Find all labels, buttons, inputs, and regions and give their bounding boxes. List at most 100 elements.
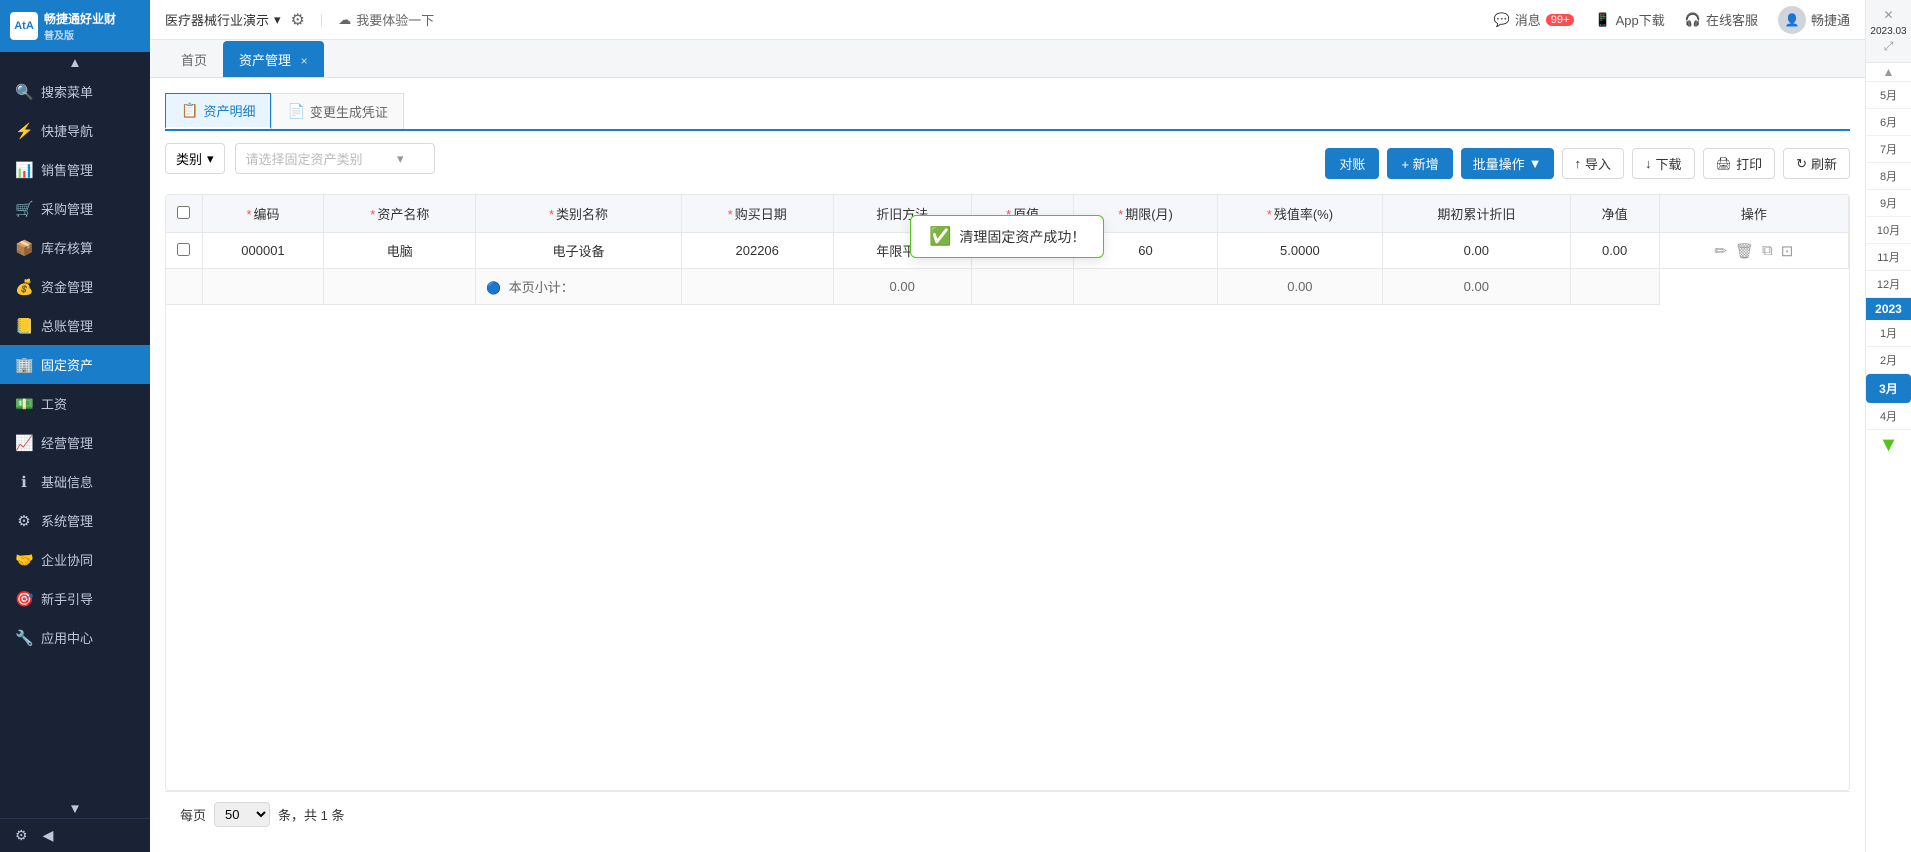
- sidebar-item-app-center[interactable]: 🔧 应用中心: [0, 618, 150, 657]
- edit-btn[interactable]: ✏: [1714, 242, 1727, 260]
- funds-icon: 💰: [15, 278, 33, 296]
- import-btn[interactable]: ↑ 导入: [1562, 148, 1625, 179]
- fixed-assets-icon: 🏢: [15, 356, 33, 374]
- purchase-icon: 🛒: [15, 200, 33, 218]
- logo-icon: AtA: [10, 12, 38, 40]
- subtotal-original-value: 0.00: [833, 269, 971, 305]
- app-center-icon: 🔧: [15, 629, 33, 647]
- sidebar-item-purchase[interactable]: 🛒 采购管理: [0, 189, 150, 228]
- sidebar-item-quick-nav[interactable]: ⚡ 快捷导航: [0, 111, 150, 150]
- sidebar-item-label: 固定资产: [41, 355, 93, 374]
- reconcile-btn[interactable]: 对账: [1325, 148, 1379, 179]
- sidebar-collapse-btn[interactable]: ◀: [43, 827, 54, 844]
- topbar-divider: |: [320, 12, 323, 27]
- select-all-checkbox[interactable]: [177, 206, 190, 219]
- quick-nav-icon: ⚡: [15, 122, 33, 140]
- rs-month-9[interactable]: 9月: [1866, 190, 1911, 217]
- download-btn[interactable]: ↓ 下载: [1632, 148, 1695, 179]
- category-filter[interactable]: 类别 ▾: [165, 143, 225, 174]
- rs-month-3-active[interactable]: 3月: [1866, 374, 1911, 403]
- cell-residual-rate: 5.0000: [1217, 233, 1382, 269]
- total-label: 条，共 1 条: [278, 805, 344, 824]
- inventory-icon: 📦: [15, 239, 33, 257]
- tab-home[interactable]: 首页: [165, 41, 223, 77]
- tab-close-icon[interactable]: ×: [301, 54, 308, 68]
- rs-month-5[interactable]: 5月: [1866, 82, 1911, 109]
- main-area: 医疗器械行业演示 ▾ ⚙ | ☁ 我要体验一下 💬 消息 99+ 📱 App下载…: [150, 0, 1865, 852]
- online-service-btn[interactable]: 🎧 在线客服: [1685, 10, 1758, 29]
- refresh-btn[interactable]: ↻ 刷新: [1783, 148, 1850, 179]
- sidebar-scroll-down[interactable]: ▼: [0, 798, 150, 818]
- content-area: 📋 资产明细 📄 变更生成凭证 类别 ▾ 请选择固定资产类别: [150, 78, 1865, 852]
- rs-expand-btn[interactable]: ⤢: [1882, 37, 1896, 56]
- rs-month-12[interactable]: 12月: [1866, 271, 1911, 298]
- copy-btn[interactable]: ⧉: [1762, 242, 1773, 259]
- batch-btn[interactable]: 批量操作 ▼: [1461, 148, 1554, 179]
- subtotal-row: 🔵 本页小计： 0.00 0.00 0.00: [166, 269, 1849, 305]
- sidebar-item-sales[interactable]: 📊 销售管理: [0, 150, 150, 189]
- row-checkbox[interactable]: [177, 243, 190, 256]
- sidebar-item-operations[interactable]: 📈 经营管理: [0, 423, 150, 462]
- sidebar-item-funds[interactable]: 💰 资金管理: [0, 267, 150, 306]
- sidebar-item-ledger[interactable]: 📒 总账管理: [0, 306, 150, 345]
- sidebar-item-fixed-assets[interactable]: 🏢 固定资产: [0, 345, 150, 384]
- row-checkbox-cell[interactable]: [166, 233, 202, 269]
- sidebar-settings-btn[interactable]: ⚙: [15, 827, 28, 844]
- rs-close-btn[interactable]: ✕: [1881, 6, 1895, 24]
- filter-dropdown-icon: ▾: [207, 151, 214, 167]
- sidebar-item-label: 企业协同: [41, 550, 93, 569]
- sidebar-item-payroll[interactable]: 💵 工资: [0, 384, 150, 423]
- select-all-cell[interactable]: [166, 195, 202, 233]
- messages-btn[interactable]: 💬 消息 99+: [1494, 10, 1575, 29]
- per-page-label: 每页: [180, 805, 206, 824]
- rs-year-label: 2023.03: [1870, 26, 1907, 37]
- sidebar-item-label: 总账管理: [41, 316, 93, 335]
- service-icon: 🎧: [1685, 12, 1701, 28]
- topbar-settings-btn[interactable]: ⚙: [291, 10, 305, 30]
- rs-month-2[interactable]: 2月: [1866, 347, 1911, 374]
- toolbar-right: 对账 + 新增 批量操作 ▼ ↑ 导入 ↓ 下载: [1325, 148, 1850, 179]
- sidebar-item-search[interactable]: 🔍 搜索菜单: [0, 72, 150, 111]
- user-area[interactable]: 👤 畅捷通: [1778, 6, 1850, 34]
- sidebar-item-inventory[interactable]: 📦 库存核算: [0, 228, 150, 267]
- app-download-btn[interactable]: 📱 App下载: [1594, 10, 1664, 29]
- col-name: *资产名称: [324, 195, 476, 233]
- rs-year-2023[interactable]: 2023: [1866, 298, 1911, 320]
- sidebar-scroll-up[interactable]: ▲: [0, 52, 150, 72]
- sidebar-item-system[interactable]: ⚙ 系统管理: [0, 501, 150, 540]
- sidebar-item-basic-info[interactable]: ℹ 基础信息: [0, 462, 150, 501]
- guide-icon: 🎯: [15, 590, 33, 608]
- rs-scroll-up[interactable]: ▲: [1866, 63, 1911, 82]
- sidebar-nav: 🔍 搜索菜单 ⚡ 快捷导航 📊 销售管理 🛒 采购管理 📦 库存核算 💰 资金管…: [0, 72, 150, 798]
- experience-btn[interactable]: ☁ 我要体验一下: [338, 10, 434, 29]
- rs-month-4[interactable]: 4月: [1866, 403, 1911, 430]
- sales-icon: 📊: [15, 161, 33, 179]
- rs-month-6[interactable]: 6月: [1866, 109, 1911, 136]
- rs-month-7[interactable]: 7月: [1866, 136, 1911, 163]
- new-btn[interactable]: + 新增: [1387, 148, 1452, 179]
- rs-month-1[interactable]: 1月: [1866, 320, 1911, 347]
- print-btn[interactable]: 🖨 打印: [1703, 148, 1776, 179]
- more-btn[interactable]: ⊡: [1781, 242, 1794, 260]
- company-selector[interactable]: 医疗器械行业演示 ▾: [165, 10, 281, 29]
- sidebar-item-enterprise[interactable]: 🤝 企业协同: [0, 540, 150, 579]
- company-name: 医疗器械行业演示: [165, 10, 269, 29]
- sidebar-footer: ⚙ ◀: [0, 818, 150, 852]
- cloud-icon: ☁: [338, 12, 351, 28]
- rs-arrow-down[interactable]: ▼: [1875, 430, 1903, 461]
- per-page-select[interactable]: 50 10 20 100: [214, 802, 270, 827]
- col-code: *编码: [202, 195, 324, 233]
- sidebar-item-guide[interactable]: 🎯 新手引导: [0, 579, 150, 618]
- delete-btn[interactable]: 🗑: [1735, 242, 1754, 260]
- rs-month-10[interactable]: 10月: [1866, 217, 1911, 244]
- sub-tab-voucher-gen[interactable]: 📄 变更生成凭证: [271, 93, 403, 129]
- category-input[interactable]: 请选择固定资产类别 ▾: [235, 143, 435, 174]
- cell-initial-dep: 0.00: [1383, 233, 1571, 269]
- cell-code: 000001: [202, 233, 324, 269]
- sub-tab-asset-detail[interactable]: 📋 资产明细: [165, 93, 271, 129]
- download-icon: 📱: [1594, 12, 1610, 28]
- rs-month-11[interactable]: 11月: [1866, 244, 1911, 271]
- rs-month-8[interactable]: 8月: [1866, 163, 1911, 190]
- print-icon: 🖨: [1716, 156, 1733, 172]
- tab-asset-mgmt[interactable]: 资产管理 ×: [223, 41, 324, 77]
